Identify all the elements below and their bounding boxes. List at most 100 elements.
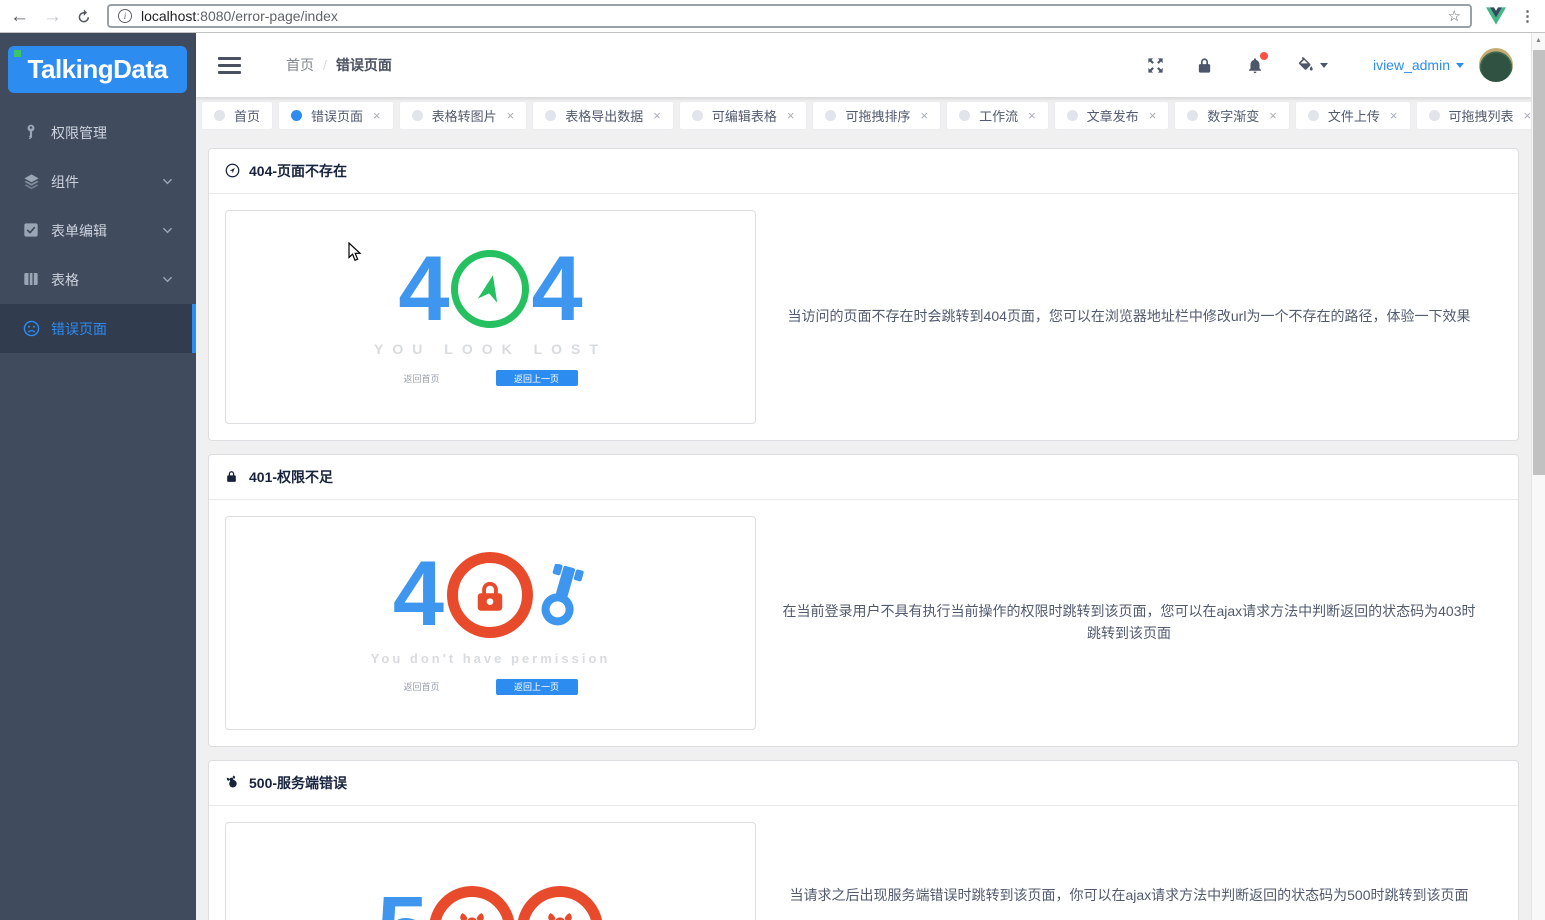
sidebar-item-components[interactable]: 组件 xyxy=(0,157,196,206)
tab-dot xyxy=(1307,109,1319,121)
vue-devtools-icon[interactable] xyxy=(1486,7,1506,25)
tab-table-to-image[interactable]: 表格转图片 xyxy=(398,100,528,130)
sidebar-item-label: 表单编辑 xyxy=(51,222,107,239)
browser-forward-icon[interactable]: → xyxy=(43,7,62,26)
tab-dot xyxy=(411,109,423,121)
table-icon xyxy=(23,271,40,288)
bug-ring-icon xyxy=(429,886,516,920)
tab-number-gradient[interactable]: 数字渐变 xyxy=(1174,100,1290,130)
error-401-art: 4 You don't have permission 返回首页 返回上一页 xyxy=(370,543,611,695)
bookmark-star-icon[interactable] xyxy=(1448,7,1461,25)
lock-icon xyxy=(225,469,241,485)
sidebar-item-permissions[interactable]: 权限管理 xyxy=(0,108,196,157)
tab-article-publish[interactable]: 文章发布 xyxy=(1053,100,1170,130)
talkingdata-logo[interactable]: TalkingData xyxy=(8,46,187,93)
sidebar-item-error-pages[interactable]: 错误页面 xyxy=(0,304,196,353)
error-404-caption: YOU LOOK LOST xyxy=(374,341,607,358)
browser-toolbar: ← → i localhost:8080/error-page/index xyxy=(0,0,1545,33)
address-bar[interactable]: i localhost:8080/error-page/index xyxy=(107,4,1472,28)
logo-green-dot xyxy=(14,50,21,57)
error-401-caption: You don't have permission xyxy=(370,650,611,666)
close-icon[interactable] xyxy=(373,109,381,122)
bell-icon[interactable] xyxy=(1246,52,1268,75)
close-icon[interactable] xyxy=(787,109,795,122)
close-icon[interactable] xyxy=(1524,109,1532,122)
tab-file-upload[interactable]: 文件上传 xyxy=(1294,100,1411,130)
tab-drag-list[interactable]: 可拖拽列表 xyxy=(1415,100,1545,130)
card-404-header: 404-页面不存在 xyxy=(209,149,1518,194)
avatar[interactable] xyxy=(1479,48,1513,82)
layers-icon xyxy=(23,173,40,190)
back-home-link[interactable]: 返回首页 xyxy=(403,680,439,693)
card-404-description: 当访问的页面不存在时会跳转到404页面，您可以在浏览器地址栏中修改url为一个不… xyxy=(787,308,1471,325)
close-icon[interactable] xyxy=(653,109,661,122)
sidebar-item-label: 表格 xyxy=(51,271,79,288)
close-icon[interactable] xyxy=(507,109,515,122)
tab-label: 工作流 xyxy=(979,108,1019,124)
tab-home[interactable]: 首页 xyxy=(201,100,274,130)
browser-refresh-icon[interactable] xyxy=(76,8,93,25)
card-500-description: 当请求之后出现服务端错误时跳转到该页面，你可以在ajax请求方法中判断返回的状态… xyxy=(789,887,1469,903)
lock-icon[interactable] xyxy=(1196,55,1216,75)
close-icon[interactable] xyxy=(1269,109,1277,122)
digit-4: 4 xyxy=(392,543,445,646)
tab-label: 表格转图片 xyxy=(431,108,497,124)
fullscreen-icon[interactable] xyxy=(1146,55,1166,75)
tab-dot xyxy=(1187,109,1199,121)
card-401-header: 401-权限不足 xyxy=(209,455,1518,500)
sidebar-item-label: 组件 xyxy=(51,173,79,190)
tab-dot xyxy=(1428,109,1440,121)
tab-label: 错误页面 xyxy=(311,108,364,124)
back-previous-button[interactable]: 返回上一页 xyxy=(495,370,578,387)
tab-label: 可拖拽排序 xyxy=(845,108,911,124)
back-home-link[interactable]: 返回首页 xyxy=(403,372,439,385)
close-icon[interactable] xyxy=(1149,109,1157,122)
card-404-body: 4 4 YOU LOOK LOST 返回首页 返回上一页 当访问的页面不存在时会… xyxy=(209,194,1518,440)
error-500-art: 5 xyxy=(377,883,604,920)
breadcrumb-separator: / xyxy=(323,57,327,73)
chevron-down-icon xyxy=(162,274,173,285)
tab-label: 数字渐变 xyxy=(1207,108,1260,124)
url-text[interactable]: localhost:8080/error-page/index xyxy=(141,8,338,24)
key-icon xyxy=(536,563,588,626)
compass-icon xyxy=(225,163,241,179)
sidebar-menu: 权限管理 组件 表单编辑 表格 错误页面 xyxy=(0,108,196,353)
card-title: 404-页面不存在 xyxy=(249,163,348,179)
scrollbar-thumb[interactable] xyxy=(1533,50,1545,475)
navigation-arrow-icon xyxy=(451,249,530,328)
back-previous-button[interactable]: 返回上一页 xyxy=(495,678,578,695)
tab-dot xyxy=(959,109,971,121)
close-icon[interactable] xyxy=(1390,109,1398,122)
close-icon[interactable] xyxy=(1028,109,1036,122)
tab-label: 首页 xyxy=(234,108,261,124)
checkbox-icon xyxy=(23,222,40,239)
sidebar-item-form-edit[interactable]: 表单编辑 xyxy=(0,206,196,255)
scrollbar-up-arrow[interactable] xyxy=(1532,33,1545,48)
tab-table-export[interactable]: 表格导出数据 xyxy=(532,100,674,130)
tab-workflow[interactable]: 工作流 xyxy=(946,100,1049,130)
page-info-icon[interactable]: i xyxy=(118,9,132,23)
chevron-down-icon xyxy=(162,225,173,236)
theme-switcher[interactable] xyxy=(1296,55,1328,75)
sidebar-item-tables[interactable]: 表格 xyxy=(0,255,196,304)
chevron-down-icon xyxy=(1319,62,1328,68)
tab-error-pages[interactable]: 错误页面 xyxy=(278,100,394,130)
logo-text: TalkingData xyxy=(27,54,168,84)
browser-back-icon[interactable]: ← xyxy=(10,7,29,26)
page-scrollbar[interactable] xyxy=(1531,33,1545,920)
tab-drag-sort[interactable]: 可拖拽排序 xyxy=(812,100,942,130)
card-title: 500-服务端错误 xyxy=(249,775,348,791)
breadcrumb-home[interactable]: 首页 xyxy=(286,55,314,75)
user-menu[interactable]: iview_admin xyxy=(1373,57,1464,73)
tab-editable-table[interactable]: 可编辑表格 xyxy=(678,100,808,130)
sad-face-icon xyxy=(23,320,40,337)
tab-label: 可拖拽列表 xyxy=(1448,108,1514,124)
username: iview_admin xyxy=(1372,57,1450,73)
error-404-preview: 4 4 YOU LOOK LOST 返回首页 返回上一页 xyxy=(225,210,756,424)
hamburger-menu-icon[interactable] xyxy=(218,53,241,78)
open-tabs-bar: 首页 错误页面 表格转图片 表格导出数据 可编辑表格 可拖拽排序 工作流 文章发… xyxy=(196,97,1545,133)
tab-dot xyxy=(545,109,557,121)
browser-menu-icon[interactable] xyxy=(1520,7,1535,25)
close-icon[interactable] xyxy=(920,109,928,122)
app-frame: TalkingData 权限管理 组件 表单编辑 表格 错误页面 首页 / 错误… xyxy=(0,33,1545,920)
